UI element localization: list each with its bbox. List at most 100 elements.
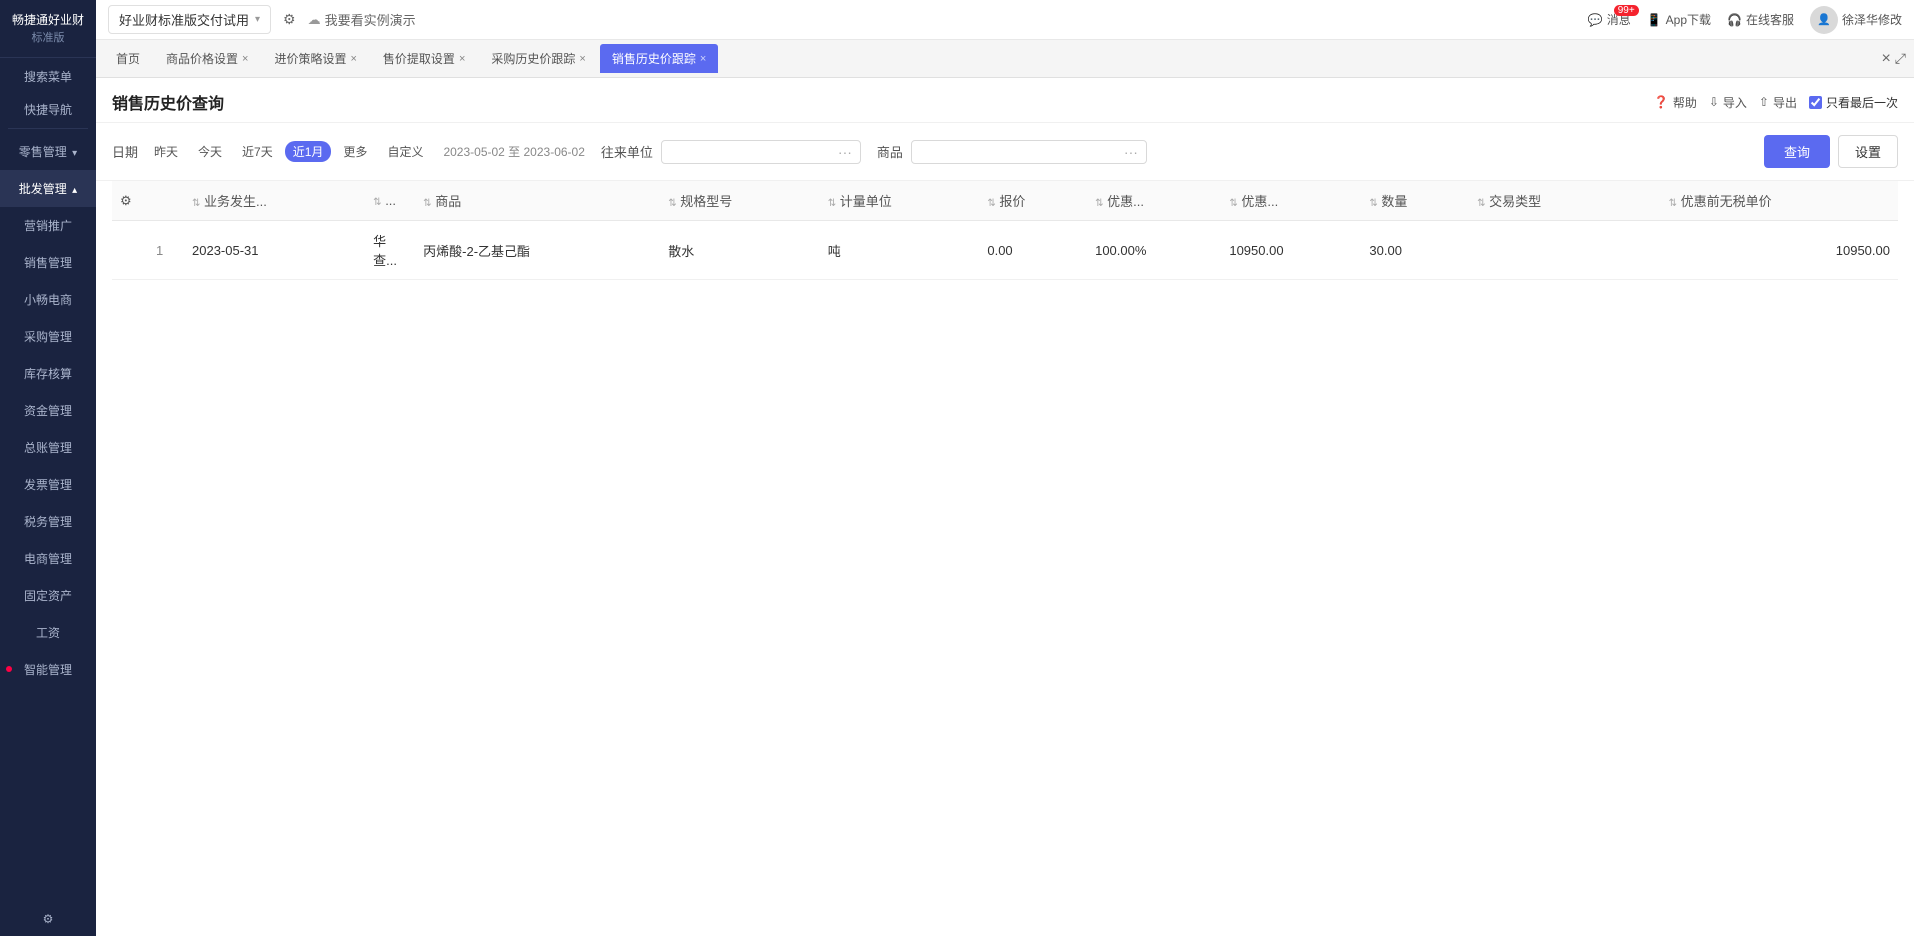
import-btn[interactable]: ⇩ 导入 xyxy=(1709,94,1747,111)
tab-home[interactable]: 首页 xyxy=(104,44,152,73)
th-unit[interactable]: ⇅ 计量单位 xyxy=(820,181,980,221)
th-more1[interactable]: ⇅ ... xyxy=(365,181,415,221)
sidebar-item-label: 零售管理 xyxy=(19,145,67,159)
filter-action-btns: 查询 设置 xyxy=(1764,135,1898,168)
cell-price: 0.00 xyxy=(979,221,1087,280)
tab-purchase-history-label: 采购历史价跟踪 xyxy=(491,50,575,67)
goods-input-wrapper[interactable]: ··· xyxy=(911,140,1147,164)
th-more1-label: ... xyxy=(385,193,396,208)
date-btn-7days[interactable]: 近7天 xyxy=(234,141,281,162)
tab-sales-history[interactable]: 销售历史价跟踪 × xyxy=(600,44,718,73)
tab-purchase-history[interactable]: 采购历史价跟踪 × xyxy=(479,44,597,73)
topbar-right: 💬 消息 99+ 📱 App下载 🎧 在线客服 👤 徐泽华修改 xyxy=(1588,6,1902,34)
date-btn-custom[interactable]: 自定义 xyxy=(379,141,431,162)
cell-pre-tax: 10950.00 xyxy=(1661,221,1898,280)
import-icon: ⇩ xyxy=(1709,95,1719,109)
th-pre-tax[interactable]: ⇅ 优惠前无税单价 xyxy=(1661,181,1898,221)
sidebar-item-sales[interactable]: 销售管理 xyxy=(0,244,96,281)
sidebar-quick-nav[interactable]: 快捷导航 xyxy=(0,95,96,124)
sidebar-item-tax[interactable]: 税务管理 xyxy=(0,503,96,540)
module-selector[interactable]: 好业财标准版交付试用 ▾ xyxy=(108,5,271,34)
tab-price[interactable]: 商品价格设置 × xyxy=(154,44,260,73)
tab-purchase-history-close-icon[interactable]: × xyxy=(579,53,585,65)
from-unit-dots-icon[interactable]: ··· xyxy=(838,144,852,160)
th-quantity[interactable]: ⇅ 数量 xyxy=(1361,181,1469,221)
th-trade-type[interactable]: ⇅ 交易类型 xyxy=(1469,181,1629,221)
sidebar-search[interactable]: 搜索菜单 xyxy=(0,58,96,95)
export-btn[interactable]: ⇧ 导出 xyxy=(1759,94,1797,111)
cell-trade-type xyxy=(1469,221,1629,280)
sidebar-item-smart[interactable]: 智能管理 xyxy=(0,651,96,688)
sidebar-item-marketing[interactable]: 营销推广 xyxy=(0,207,96,244)
goods-filter-group: 商品 ··· xyxy=(877,140,1147,164)
th-goods[interactable]: ⇅ 商品 xyxy=(415,181,660,221)
sidebar-item-ledger[interactable]: 总账管理 xyxy=(0,429,96,466)
th-price[interactable]: ⇅ 报价 xyxy=(979,181,1087,221)
tab-sales-history-close-icon[interactable]: × xyxy=(700,53,706,65)
sidebar-item-finance[interactable]: 资金管理 xyxy=(0,392,96,429)
table-wrapper: ⚙ ⇅ 业务发生... ⇅ ... ⇅ 商品 xyxy=(96,181,1914,936)
tab-sales-history-label: 销售历史价跟踪 xyxy=(612,50,696,67)
from-unit-input-wrapper[interactable]: ··· xyxy=(661,140,861,164)
th-date[interactable]: ⇅ 业务发生... xyxy=(184,181,365,221)
sidebar-item-wholesale[interactable]: 批发管理 ▴ xyxy=(0,170,96,207)
only-last-checkbox-wrapper[interactable]: 只看最后一次 xyxy=(1809,94,1898,111)
demo-btn[interactable]: ☁ 我要看实例演示 xyxy=(308,10,416,29)
expand-window-icon[interactable]: ⤢ xyxy=(1895,50,1906,67)
user-profile-btn[interactable]: 👤 徐泽华修改 xyxy=(1810,6,1902,34)
date-btn-1month[interactable]: 近1月 xyxy=(285,141,332,162)
from-unit-filter-group: 往来单位 ··· xyxy=(601,140,861,164)
close-window-icon[interactable]: × xyxy=(1881,50,1890,68)
tab-price-close-icon[interactable]: × xyxy=(242,53,248,65)
sidebar-item-invoice[interactable]: 发票管理 xyxy=(0,466,96,503)
tab-sale-price-label: 售价提取设置 xyxy=(383,50,455,67)
tab-price-label: 商品价格设置 xyxy=(166,50,238,67)
settings-btn[interactable]: 设置 xyxy=(1838,135,1898,168)
tab-purchase-strategy[interactable]: 进价策略设置 × xyxy=(262,44,368,73)
th-gear[interactable]: ⚙ xyxy=(112,181,148,221)
from-unit-input[interactable] xyxy=(670,145,834,159)
goods-dots-icon[interactable]: ··· xyxy=(1124,144,1138,160)
sidebar-item-ecommerce[interactable]: 电商管理 xyxy=(0,540,96,577)
cell-goods: 丙烯酸-2-乙基己酯 xyxy=(415,221,660,280)
only-last-checkbox[interactable] xyxy=(1809,96,1822,109)
date-buttons: 昨天 今天 近7天 近1月 更多 自定义 xyxy=(146,141,431,162)
sidebar-item-inventory[interactable]: 库存核算 xyxy=(0,355,96,392)
goods-input[interactable] xyxy=(920,145,1120,159)
sidebar-item-ecommerce-s[interactable]: 小畅电商 xyxy=(0,281,96,318)
messages-btn[interactable]: 💬 消息 99+ xyxy=(1588,11,1631,28)
th-num xyxy=(148,181,184,221)
tab-sale-price[interactable]: 售价提取设置 × xyxy=(371,44,477,73)
sidebar-item-assets[interactable]: 固定资产 xyxy=(0,577,96,614)
th-discount2[interactable]: ⇅ 优惠... xyxy=(1221,181,1361,221)
messages-badge: 99+ xyxy=(1614,5,1639,16)
date-btn-yesterday[interactable]: 昨天 xyxy=(146,141,186,162)
th-discount1[interactable]: ⇅ 优惠... xyxy=(1087,181,1221,221)
date-btn-today[interactable]: 今天 xyxy=(190,141,230,162)
th-discount1-label: 优惠... xyxy=(1107,194,1144,209)
topbar: 好业财标准版交付试用 ▾ ⚙ ☁ 我要看实例演示 💬 消息 99+ 📱 App下… xyxy=(96,0,1914,40)
user-name: 徐泽华修改 xyxy=(1842,11,1902,28)
date-btn-more[interactable]: 更多 xyxy=(335,141,375,162)
sort-asc-icon: ⇅ xyxy=(1229,198,1237,209)
th-spec[interactable]: ⇅ 规格型号 xyxy=(660,181,820,221)
online-service-btn[interactable]: 🎧 在线客服 xyxy=(1727,11,1794,28)
query-btn[interactable]: 查询 xyxy=(1764,135,1830,168)
gear-icon: ⚙ xyxy=(43,912,54,926)
main-area: 好业财标准版交付试用 ▾ ⚙ ☁ 我要看实例演示 💬 消息 99+ 📱 App下… xyxy=(96,0,1914,936)
sort-asc-icon: ⇅ xyxy=(1669,198,1677,209)
sort-asc-icon: ⇅ xyxy=(423,198,431,209)
sidebar-item-label: 工资 xyxy=(36,626,60,640)
module-name: 好业财标准版交付试用 xyxy=(119,10,249,29)
sort-asc-icon: ⇅ xyxy=(987,198,995,209)
help-btn[interactable]: ❓ 帮助 xyxy=(1654,94,1697,111)
tab-sale-price-close-icon[interactable]: × xyxy=(459,53,465,65)
sidebar-item-label: 智能管理 xyxy=(24,663,72,677)
app-download-btn[interactable]: 📱 App下载 xyxy=(1647,11,1711,28)
tab-purchase-strategy-close-icon[interactable]: × xyxy=(350,53,356,65)
sidebar-item-retail[interactable]: 零售管理 ▾ xyxy=(0,133,96,170)
topbar-gear-icon[interactable]: ⚙ xyxy=(283,11,296,28)
sidebar-item-salary[interactable]: 工资 xyxy=(0,614,96,651)
sidebar-settings-btn[interactable]: ⚙ xyxy=(0,902,96,936)
sidebar-item-purchase[interactable]: 采购管理 xyxy=(0,318,96,355)
